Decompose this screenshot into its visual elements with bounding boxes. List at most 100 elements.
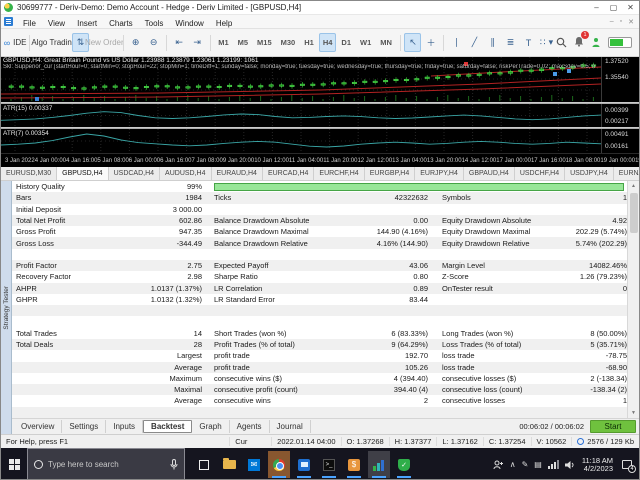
symbol-tab-gbpaud[interactable]: GBPAUD,H4 — [464, 167, 515, 180]
zoom-in-button[interactable]: ⊕ — [127, 33, 144, 52]
scroll-up-icon[interactable]: ▲ — [631, 181, 636, 191]
menu-tools[interactable]: Tools — [139, 19, 170, 28]
atr7-pane[interactable]: ATR(7) 0.00354 — [1, 129, 601, 153]
main-chart-pane[interactable]: GBPUSD,H4: Great Britain Pound vs US Dol… — [1, 57, 601, 102]
symbol-tab-euraud[interactable]: EURAUD,H4 — [212, 167, 263, 180]
tester-tab-agents[interactable]: Agents — [230, 420, 270, 433]
vertical-scrollbar[interactable]: ▲ ▼ — [627, 181, 639, 418]
symbol-tab-usdchf[interactable]: USDCHF,H4 — [515, 167, 566, 180]
timeframe-h4[interactable]: H4 — [318, 33, 337, 52]
tray-expand-icon[interactable]: ∧ — [510, 460, 516, 469]
table-row[interactable]: Recovery Factor 2.98 Sharpe Ratio 0.80 Z-Sco… — [12, 271, 627, 282]
table-row[interactable]: Average profit trade 105.26 loss trade -68.9… — [12, 361, 627, 373]
table-row[interactable]: Maximal consecutive profit (count) 394.40 … — [12, 384, 627, 396]
task-view-taskbar-button[interactable] — [193, 451, 215, 478]
chart-area[interactable]: GBPUSD,H4: Great Britain Pound vs US Dol… — [1, 57, 639, 153]
price-axis-main[interactable]: 1.37520 1.35540 — [601, 57, 639, 102]
notifications-bell[interactable]: 1 — [574, 30, 589, 52]
timeframe-d1[interactable]: D1 — [337, 33, 355, 52]
table-row[interactable]: Maximum consecutive wins ($) 4 (394.40) con… — [12, 373, 627, 384]
action-center-button[interactable]: 4 — [619, 457, 636, 473]
symbol-tab-audusd[interactable]: AUDUSD,H4 — [160, 167, 212, 180]
mail-taskbar-button[interactable]: ✉ — [243, 451, 265, 478]
crosshair-tool-button[interactable]: ＋ — [422, 33, 439, 52]
timeframe-w1[interactable]: W1 — [356, 33, 375, 52]
menu-file[interactable]: File — [17, 19, 42, 28]
close-button[interactable]: ✕ — [622, 1, 639, 14]
text-tool-button[interactable]: T — [520, 33, 537, 52]
start-button-tester[interactable]: Start — [590, 420, 636, 433]
community-user-icon[interactable] — [591, 37, 601, 48]
algo-trading-button[interactable]: Algo Trading — [31, 33, 76, 52]
metatrader-taskbar-button[interactable] — [368, 451, 390, 478]
table-row[interactable]: Gross Loss -344.49 Balance Drawdown Relati… — [12, 237, 627, 249]
tester-tab-journal[interactable]: Journal — [270, 420, 311, 433]
chrome-taskbar-button[interactable] — [268, 451, 290, 478]
table-row[interactable]: Gross Profit 947.35 Balance Drawdown Maxim… — [12, 226, 627, 237]
speaker-icon[interactable] — [564, 460, 576, 470]
menu-window[interactable]: Window — [169, 19, 209, 28]
table-row[interactable]: GHPR 1.0132 (1.32%) LR Standard Error 83.44 — [12, 294, 627, 305]
vline-tool-button[interactable]: ∣ — [448, 33, 465, 52]
tester-tab-inputs[interactable]: Inputs — [106, 420, 144, 433]
ide-button[interactable]: ∞ IDE — [4, 33, 27, 52]
connection-toggle[interactable] — [608, 37, 632, 48]
trendline-tool-button[interactable]: ╱ — [466, 33, 483, 52]
menu-charts[interactable]: Charts — [103, 19, 139, 28]
tester-tab-backtest[interactable]: Backtest — [143, 420, 193, 433]
timeframe-mn[interactable]: MN — [376, 33, 396, 52]
pen-icon[interactable]: ✎ — [522, 460, 529, 469]
child-close-icon[interactable]: ✕ — [628, 18, 634, 26]
device-taskbar-button[interactable] — [293, 451, 315, 478]
timeframe-m15[interactable]: M15 — [253, 33, 276, 52]
tester-tab-settings[interactable]: Settings — [62, 420, 107, 433]
symbol-tab-eurnzd[interactable]: EURNZD,H4 — [614, 167, 639, 180]
menu-view[interactable]: View — [42, 19, 71, 28]
atr15-pane[interactable]: ATR(15) 0.00337 — [1, 104, 601, 127]
table-row[interactable]: Total Trades 14 Short Trades (won %) 6 (83.… — [12, 328, 627, 339]
network-icon[interactable] — [547, 460, 559, 469]
symbol-tab-eurjpy[interactable]: EURJPY,H4 — [415, 167, 464, 180]
finance-taskbar-button[interactable]: $ — [343, 451, 365, 478]
scroll-down-icon[interactable]: ▼ — [631, 408, 636, 418]
table-row[interactable]: AHPR 1.0137 (1.37%) LR Correlation 0.89 OnTe… — [12, 282, 627, 294]
scrollbar-thumb[interactable] — [629, 193, 638, 233]
symbol-tab-usdcad[interactable]: USDCAD,H4 — [109, 167, 161, 180]
tester-tab-overview[interactable]: Overview — [14, 420, 63, 433]
terminal-taskbar-button[interactable]: >_ — [318, 451, 340, 478]
chart-shift-left-button[interactable]: ⇤ — [171, 33, 188, 52]
minimize-button[interactable]: – — [588, 1, 605, 14]
time-axis[interactable]: 3 Jan 2022 4 Jan 00:00 4 Jan 16:00 5 Jan 08… — [1, 153, 639, 167]
start-button[interactable] — [1, 448, 27, 479]
taskbar-search[interactable]: Type here to search — [27, 448, 185, 479]
menu-insert[interactable]: Insert — [71, 19, 103, 28]
shapes-tool-button[interactable]: ∷ ▾ — [538, 33, 555, 52]
microphone-icon[interactable] — [170, 459, 178, 470]
symbol-tab-eurchf[interactable]: EURCHF,H4 — [314, 167, 365, 180]
search-icon[interactable] — [556, 37, 567, 48]
table-row[interactable]: Average consecutive wins 2 consecutive loss… — [12, 395, 627, 406]
taskbar-clock[interactable]: 11:18 AM 4/2/2023 — [582, 456, 613, 473]
zoom-out-button[interactable]: ⊖ — [145, 33, 162, 52]
symbol-tab-eurgbp[interactable]: EURGBP,H4 — [365, 167, 416, 180]
table-row[interactable]: History Quality 99% — [12, 181, 627, 192]
table-row[interactable]: Bars 1984 Ticks 42322632 Symbols 1 — [12, 192, 627, 204]
table-row[interactable]: Total Net Profit 602.86 Balance Drawdown A… — [12, 214, 627, 227]
menu-help[interactable]: Help — [210, 19, 238, 28]
symbol-tab-usdjpy[interactable]: USDJPY,H4 — [565, 167, 614, 180]
symbol-tab-eurusd[interactable]: EURUSD,M30 — [1, 167, 58, 180]
timeframe-m1[interactable]: M1 — [214, 33, 232, 52]
defender-taskbar-button[interactable]: ✓ — [393, 451, 415, 478]
table-row[interactable]: Profit Factor 2.75 Expected Payoff 43.06 Mar… — [12, 259, 627, 272]
touch-keyboard-icon[interactable]: ▤ — [534, 460, 542, 469]
fibonacci-tool-button[interactable]: ≣ — [502, 33, 519, 52]
cursor-tool-button[interactable]: ↖ — [404, 33, 422, 52]
new-order-button[interactable]: New Order — [85, 33, 124, 52]
table-row[interactable]: Largest profit trade 192.70 loss trade -78.7… — [12, 350, 627, 361]
price-axis-atr15[interactable]: 0.00399 0.00217 — [601, 104, 639, 127]
timeframe-h1[interactable]: H1 — [300, 33, 318, 52]
file-explorer-taskbar-button[interactable] — [218, 451, 240, 478]
symbol-tab-eurcad[interactable]: EURCAD,H4 — [263, 167, 315, 180]
strategy-tester-side-tab[interactable]: Strategy Tester — [1, 181, 12, 434]
timeframe-m5[interactable]: M5 — [234, 33, 252, 52]
